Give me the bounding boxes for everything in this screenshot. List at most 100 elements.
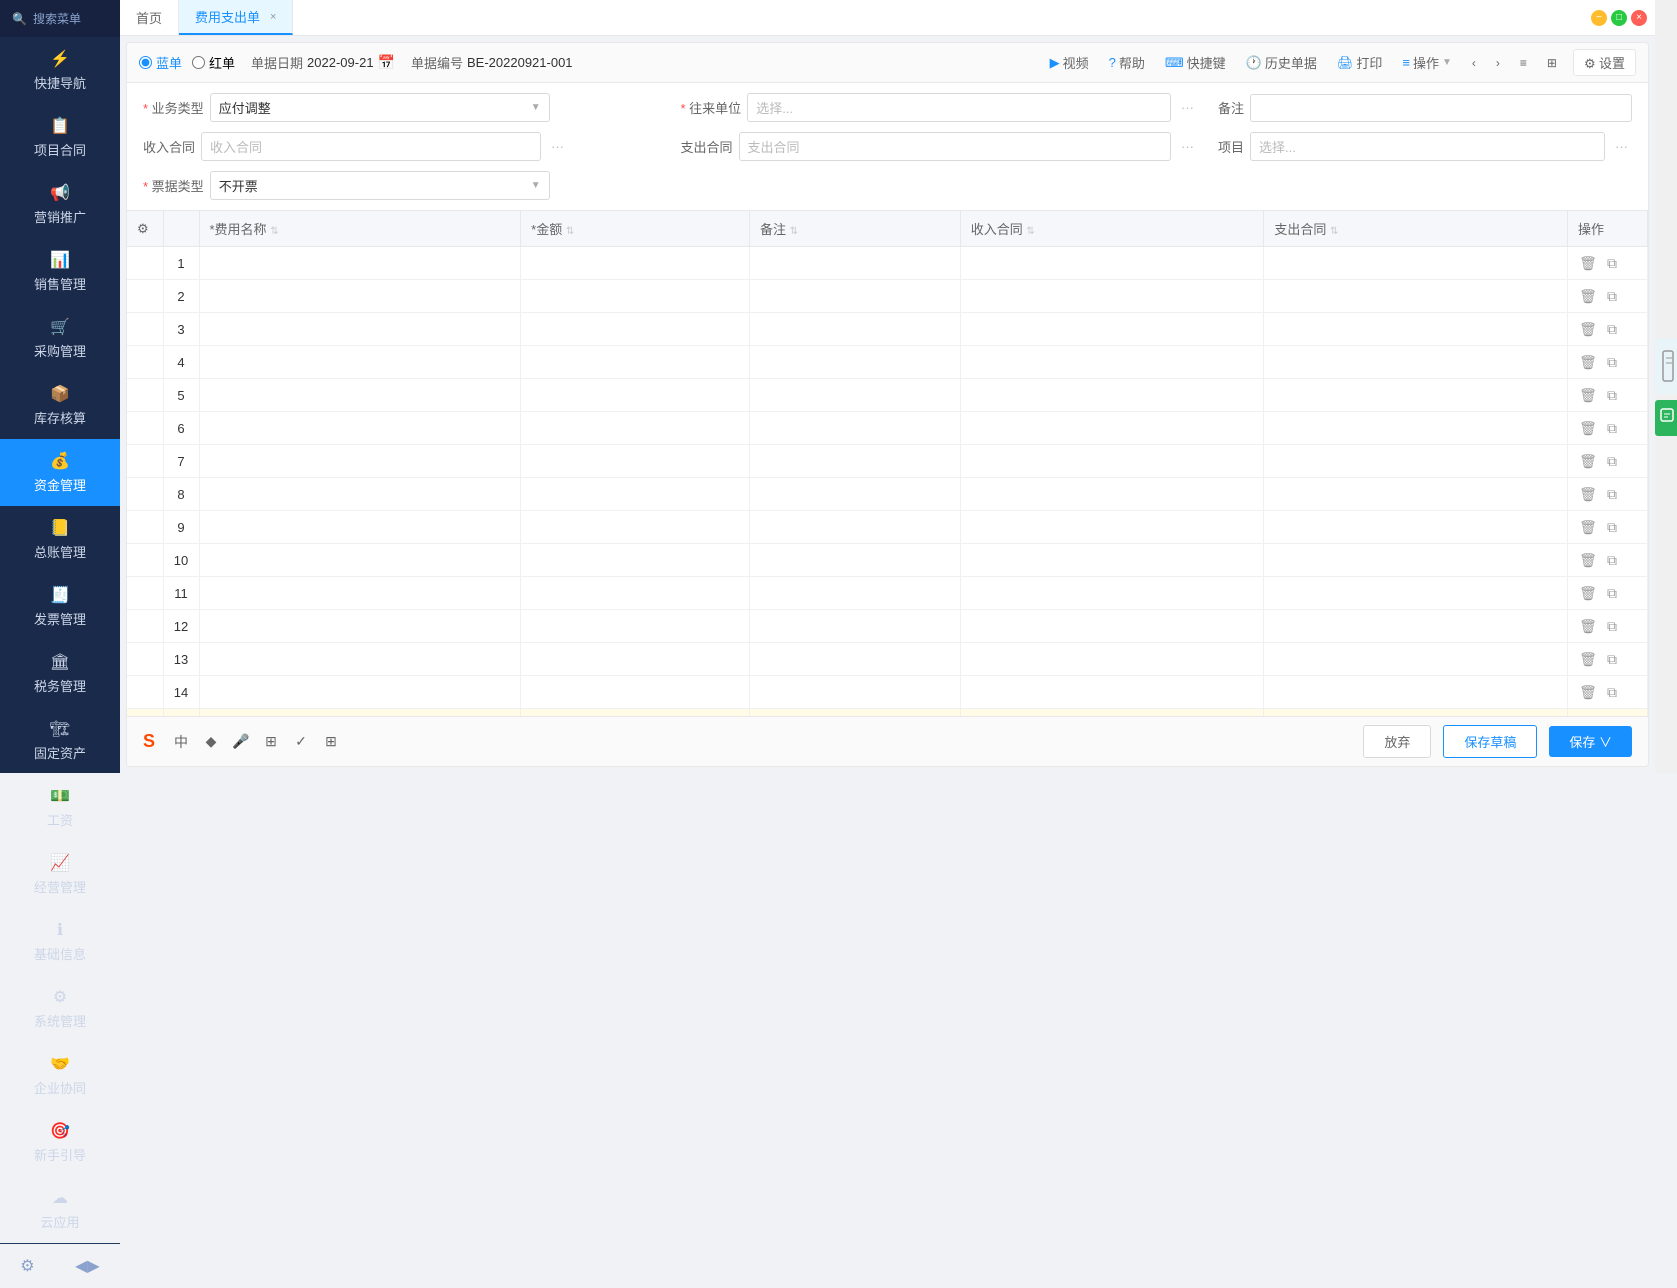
row-amount[interactable] [521,346,750,379]
copy-row-btn[interactable]: ⧉ [1602,286,1622,306]
row-expense-contract[interactable] [1264,610,1568,643]
copy-row-btn[interactable]: ⧉ [1602,352,1622,372]
row-amount[interactable] [521,445,750,478]
copy-row-btn[interactable]: ⧉ [1602,385,1622,405]
row-expense-contract[interactable] [1264,379,1568,412]
row-income-contract[interactable] [960,280,1264,313]
row-remark[interactable] [749,511,960,544]
save-draft-button[interactable]: 保存草稿 [1443,725,1537,758]
copy-row-btn[interactable]: ⧉ [1602,418,1622,438]
row-expense-name[interactable] [199,610,521,643]
copy-row-btn[interactable]: ⧉ [1602,484,1622,504]
help-btn[interactable]: ? 帮助 [1105,51,1149,74]
th-income-contract[interactable]: 收入合同 [960,211,1264,247]
row-expense-name[interactable] [199,577,521,610]
row-expense-name[interactable] [199,412,521,445]
copy-row-btn[interactable]: ⧉ [1602,583,1622,603]
row-expense-contract[interactable] [1264,643,1568,676]
right-tab-1[interactable] [1655,338,1677,394]
delete-row-btn[interactable]: 🗑 [1578,286,1598,306]
copy-row-btn[interactable]: ⧉ [1602,253,1622,273]
counterpart-dots[interactable]: ··· [1177,100,1198,115]
row-income-contract[interactable] [960,577,1264,610]
row-income-contract[interactable] [960,643,1264,676]
delete-row-btn[interactable]: 🗑 [1578,682,1598,702]
sidebar-item-fund-mgmt[interactable]: 💰 资金管理 [0,439,120,506]
row-expense-name[interactable] [199,478,521,511]
close-button[interactable]: × [1631,10,1647,26]
delete-row-btn[interactable]: 🗑 [1578,352,1598,372]
row-expense-name[interactable] [199,676,521,709]
row-remark[interactable] [749,247,960,280]
nav-prev-btn[interactable]: ‹ [1468,54,1480,72]
invoice-type-select[interactable]: 不开票 ▼ [210,171,550,200]
nav-next-btn[interactable]: › [1492,54,1504,72]
sidebar-item-newbie[interactable]: 🎯 新手引导 [0,1109,120,1176]
th-expense-contract[interactable]: 支出合同 [1264,211,1568,247]
delete-row-btn[interactable]: 🗑 [1578,319,1598,339]
radio-blue[interactable]: 蓝单 [139,53,182,72]
row-income-contract[interactable] [960,445,1264,478]
zhong-icon[interactable]: 中 [169,730,193,754]
audio-icon[interactable]: ◀▶ [71,1252,104,1280]
row-remark[interactable] [749,676,960,709]
row-remark[interactable] [749,346,960,379]
row-amount[interactable] [521,247,750,280]
sidebar-item-enterprise[interactable]: 🤝 企业协同 [0,1042,120,1109]
calendar-icon[interactable]: 📅 [378,54,395,71]
row-income-contract[interactable] [960,412,1264,445]
minimize-button[interactable]: − [1591,10,1607,26]
row-income-contract[interactable] [960,676,1264,709]
row-amount[interactable] [521,577,750,610]
income-contract-dots[interactable]: ··· [547,139,568,154]
sidebar-item-purchase-mgmt[interactable]: 🛒 采购管理 [0,305,120,372]
row-amount[interactable] [521,478,750,511]
row-expense-name[interactable] [199,511,521,544]
row-income-contract[interactable] [960,610,1264,643]
print-btn[interactable]: 🖨 打印 [1333,51,1387,74]
history-btn[interactable]: 🕐 历史单据 [1242,51,1321,74]
sidebar-item-sales-mgmt[interactable]: 📊 销售管理 [0,238,120,305]
project-select[interactable]: 选择... [1250,132,1605,161]
row-income-contract[interactable] [960,544,1264,577]
delete-row-btn[interactable]: 🗑 [1578,616,1598,636]
row-remark[interactable] [749,577,960,610]
copy-row-btn[interactable]: ⧉ [1602,550,1622,570]
shortcut-btn[interactable]: ⌨ 快捷键 [1161,51,1230,74]
sidebar-item-operations-mgmt[interactable]: 📈 经营管理 [0,841,120,908]
radio-red[interactable]: 红单 [192,53,235,72]
row-remark[interactable] [749,544,960,577]
row-amount[interactable] [521,313,750,346]
delete-row-btn[interactable]: 🗑 [1578,385,1598,405]
operations-btn[interactable]: ≡ 操作 ▼ [1398,51,1456,74]
th-gear[interactable]: ⚙ [127,211,163,247]
row-expense-contract[interactable] [1264,577,1568,610]
delete-row-btn[interactable]: 🗑 [1578,550,1598,570]
sidebar-item-sys-mgmt[interactable]: ⚙ 系统管理 [0,975,120,1042]
copy-row-btn[interactable]: ⧉ [1602,649,1622,669]
sidebar-item-sales-promo[interactable]: 📢 营销推广 [0,171,120,238]
view-grid-btn[interactable]: ⊞ [1543,54,1561,72]
copy-row-btn[interactable]: ⧉ [1602,682,1622,702]
row-expense-contract[interactable] [1264,346,1568,379]
copy-row-btn[interactable]: ⧉ [1602,319,1622,339]
grid-icon[interactable]: ⊞ [259,730,283,754]
table-wrapper[interactable]: ⚙ *费用名称 *金额 备注 收入合同 [127,211,1648,716]
radio-blue-input[interactable] [139,56,152,69]
row-expense-contract[interactable] [1264,511,1568,544]
expense-contract-select[interactable]: 支出合同 [739,132,1171,161]
sidebar-item-project-contract[interactable]: 📋 项目合同 [0,104,120,171]
row-expense-contract[interactable] [1264,313,1568,346]
sidebar-search[interactable]: 🔍 搜索菜单 [0,0,120,37]
abandon-button[interactable]: 放弃 [1363,725,1431,758]
row-amount[interactable] [521,412,750,445]
row-expense-contract[interactable] [1264,544,1568,577]
sidebar-item-inventory[interactable]: 📦 库存核算 [0,372,120,439]
row-amount[interactable] [521,280,750,313]
row-expense-name[interactable] [199,445,521,478]
sidebar-item-tax-mgmt[interactable]: 🏛 税务管理 [0,640,120,707]
row-income-contract[interactable] [960,247,1264,280]
row-expense-name[interactable] [199,544,521,577]
row-income-contract[interactable] [960,478,1264,511]
sidebar-item-accounting[interactable]: 📒 总账管理 [0,506,120,573]
